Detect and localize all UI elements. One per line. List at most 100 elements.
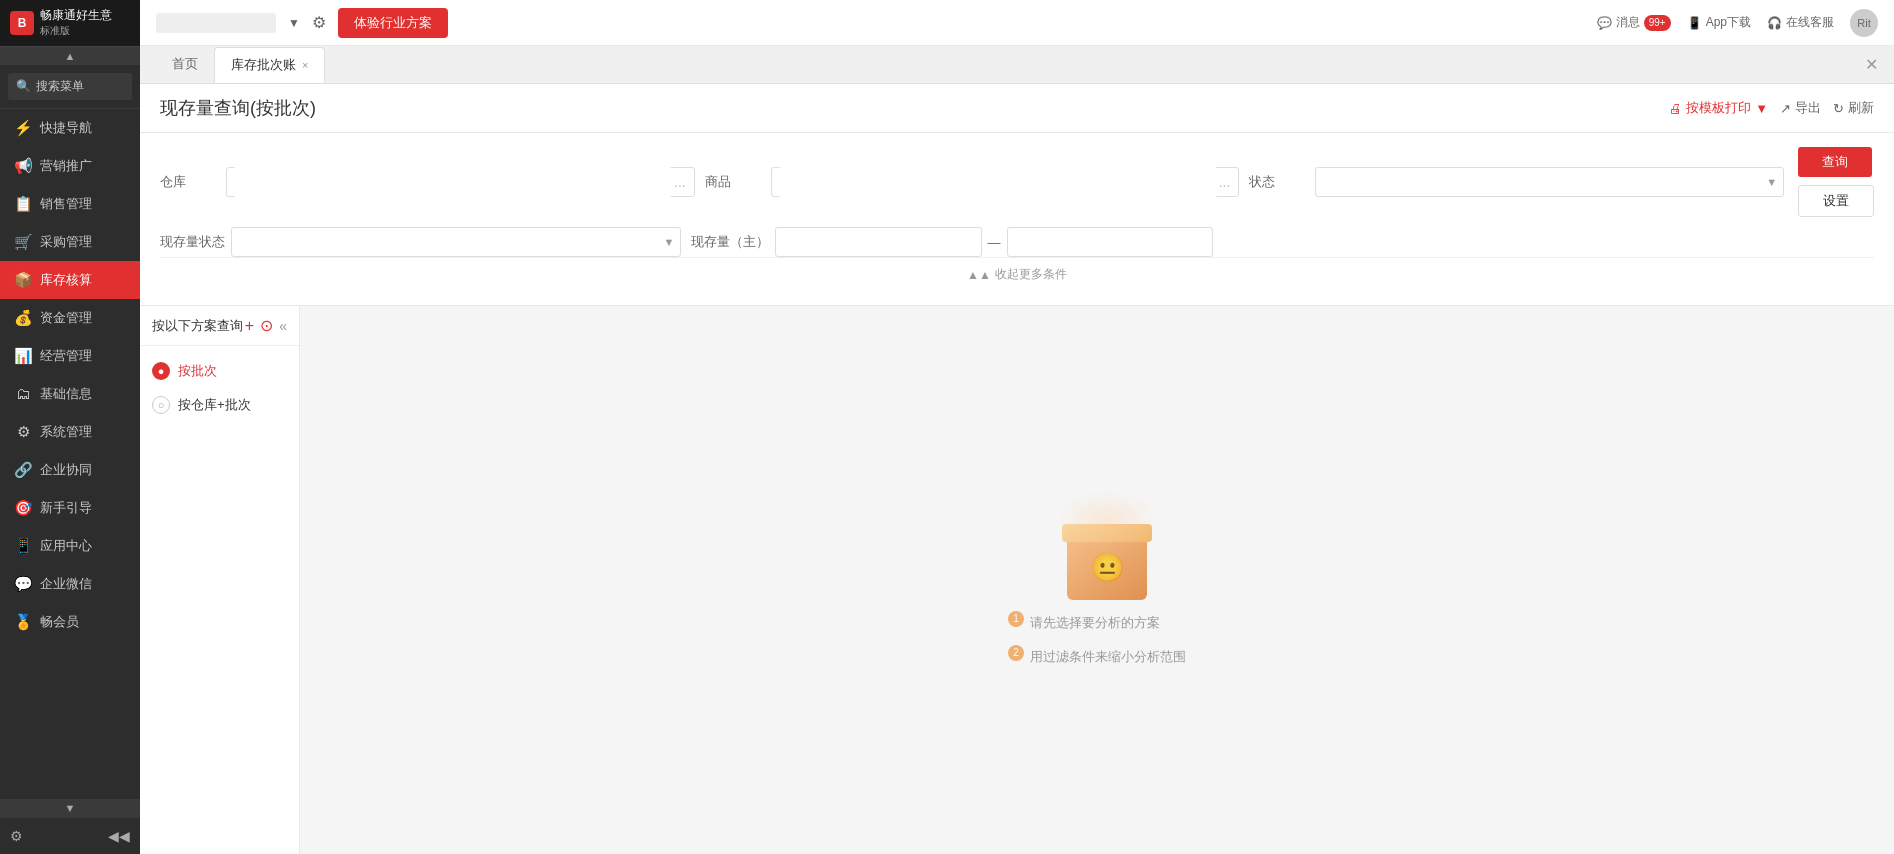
trial-button[interactable]: 体验行业方案 xyxy=(338,8,448,38)
scheme-item-by-batch[interactable]: ● 按批次 xyxy=(140,354,299,388)
left-panel-header: 按以下方案查询 + ⊙ « xyxy=(140,306,299,346)
product-filter: 商品 ... xyxy=(705,167,1240,197)
online-service-button[interactable]: 🎧 在线客服 xyxy=(1767,14,1834,31)
sidebar-item-newbie[interactable]: 🎯 新手引导 xyxy=(0,489,140,527)
status-filter: 状态 ▼ xyxy=(1249,167,1784,197)
sidebar-scroll-up[interactable]: ▲ xyxy=(0,47,140,65)
empty-tips: 1 请先选择要分析的方案 2 用过滤条件来缩小分析范围 xyxy=(1008,610,1186,670)
topbar-dropdown[interactable]: ▼ xyxy=(288,16,300,30)
sidebar-collapse-button[interactable]: ◀◀ xyxy=(108,828,130,844)
main-area: ▼ ⚙ 体验行业方案 💬 消息 99+ 📱 App下载 🎧 在线客服 Rit xyxy=(140,0,1894,854)
export-icon: ↗ xyxy=(1780,101,1791,116)
print-dropdown-icon: ▼ xyxy=(1755,101,1768,116)
quick-nav-icon: ⚡ xyxy=(14,119,32,137)
export-button[interactable]: ↗ 导出 xyxy=(1780,99,1821,117)
sidebar-item-apps[interactable]: 📱 应用中心 xyxy=(0,527,140,565)
status-select[interactable]: ▼ xyxy=(1315,167,1784,197)
stock-qty-from-input[interactable] xyxy=(775,227,981,257)
topbar-gear-button[interactable]: ⚙ xyxy=(312,13,326,32)
empty-tip-1: 1 请先选择要分析的方案 xyxy=(1008,610,1186,636)
product-dots[interactable]: ... xyxy=(1217,174,1233,190)
stock-qty-label: 现存量（主） xyxy=(691,233,769,251)
add-scheme-button[interactable]: + xyxy=(245,316,254,335)
app-download-button[interactable]: 📱 App下载 xyxy=(1687,14,1751,31)
warehouse-label: 仓库 xyxy=(160,173,220,191)
left-panel: 按以下方案查询 + ⊙ « ● 按批次 ○ 按仓库+批次 xyxy=(140,306,300,854)
settings-gear-button[interactable]: ⚙ xyxy=(10,828,23,844)
topbar: ▼ ⚙ 体验行业方案 💬 消息 99+ 📱 App下载 🎧 在线客服 Rit xyxy=(140,0,1894,46)
product-input-wrap: ... xyxy=(771,167,1240,197)
settings-button[interactable]: 设置 xyxy=(1798,185,1874,217)
app-title-area: 畅康通好生意 标准版 xyxy=(40,8,112,38)
headset-icon: 🎧 xyxy=(1767,16,1782,30)
sidebar-item-wechat[interactable]: 💬 企业微信 xyxy=(0,565,140,603)
app-download-icon: 📱 xyxy=(1687,16,1702,30)
sidebar-scroll-down[interactable]: ▼ xyxy=(0,799,140,817)
operations-icon: 📊 xyxy=(14,347,32,365)
topbar-breadcrumb xyxy=(156,13,276,33)
product-input[interactable] xyxy=(778,167,1217,197)
scheme-list: ● 按批次 ○ 按仓库+批次 xyxy=(140,346,299,430)
left-panel-actions: + ⊙ « xyxy=(245,316,287,335)
status-label: 状态 xyxy=(1249,173,1309,191)
warehouse-dots[interactable]: ... xyxy=(672,174,688,190)
sidebar-item-finance[interactable]: 💰 资金管理 xyxy=(0,299,140,337)
stock-status-label: 现存量状态 xyxy=(160,233,225,251)
stock-status-dropdown-icon: ▼ xyxy=(663,236,674,248)
query-button[interactable]: 查询 xyxy=(1798,147,1872,177)
member-icon: 🏅 xyxy=(14,613,32,631)
empty-state: 😐 1 请先选择要分析的方案 xyxy=(1008,490,1186,670)
sidebar-item-member[interactable]: 🏅 畅会员 xyxy=(0,603,140,641)
page-header: 现存量查询(按批次) 🖨 按模板打印 ▼ ↗ 导出 ↻ 刷新 xyxy=(140,84,1894,133)
sidebar-item-basic[interactable]: 🗂 基础信息 xyxy=(0,375,140,413)
topbar-right: 💬 消息 99+ 📱 App下载 🎧 在线客服 Rit xyxy=(1597,9,1878,37)
scheme-inactive-icon: ○ xyxy=(152,396,170,414)
search-menu-button[interactable]: 🔍 搜索菜单 xyxy=(8,73,132,100)
empty-tip-2: 2 用过滤条件来缩小分析范围 xyxy=(1008,644,1186,670)
sidebar-item-inventory[interactable]: 📦 库存核算 xyxy=(0,261,140,299)
chevron-down-icon: ▼ xyxy=(288,16,300,30)
empty-illustration: 😐 xyxy=(1047,490,1147,590)
close-button[interactable]: ✕ xyxy=(1865,55,1878,74)
search-icon: 🔍 xyxy=(16,79,31,93)
sidebar-item-marketing[interactable]: 📢 营销推广 xyxy=(0,147,140,185)
message-badge: 99+ xyxy=(1644,15,1671,31)
user-profile-button[interactable]: Rit xyxy=(1850,9,1878,37)
wechat-icon: 💬 xyxy=(14,575,32,593)
tab-inventory-batch[interactable]: 库存批次账 × xyxy=(214,47,325,83)
warehouse-input[interactable] xyxy=(233,167,672,197)
tab-close-icon[interactable]: × xyxy=(302,59,308,71)
panel-collapse-button[interactable]: « xyxy=(279,316,287,335)
warehouse-filter: 仓库 ... xyxy=(160,167,695,197)
range-dash: — xyxy=(988,235,1001,250)
sidebar-item-quick-nav[interactable]: ⚡ 快捷导航 xyxy=(0,109,140,147)
tab-home[interactable]: 首页 xyxy=(156,47,214,83)
status-dropdown-icon: ▼ xyxy=(1766,176,1777,188)
message-button[interactable]: 💬 消息 99+ xyxy=(1597,14,1671,31)
filter-area: 仓库 ... 商品 ... 状态 xyxy=(140,133,1894,306)
stock-qty-to-input[interactable] xyxy=(1007,227,1213,257)
sidebar-search-area: 🔍 搜索菜单 xyxy=(0,65,140,109)
sidebar-item-purchase[interactable]: 🛒 采购管理 xyxy=(0,223,140,261)
sidebar-item-enterprise[interactable]: 🔗 企业协同 xyxy=(0,451,140,489)
query-actions: 查询 设置 xyxy=(1794,147,1874,217)
print-button[interactable]: 🖨 按模板打印 ▼ xyxy=(1669,99,1768,117)
app-title: 畅康通好生意 xyxy=(40,8,112,24)
collapse-more-button[interactable]: ▲▲ 收起更多条件 xyxy=(160,257,1874,291)
message-icon: 💬 xyxy=(1597,16,1612,30)
sidebar-item-operations[interactable]: 📊 经营管理 xyxy=(0,337,140,375)
sidebar-item-system[interactable]: ⚙ 系统管理 xyxy=(0,413,140,451)
user-avatar: Rit xyxy=(1850,9,1878,37)
tabbar: 首页 库存批次账 × ✕ xyxy=(140,46,1894,84)
scheme-item-by-warehouse-batch[interactable]: ○ 按仓库+批次 xyxy=(140,388,299,422)
scheme-settings-button[interactable]: ⊙ xyxy=(260,316,273,335)
sidebar-item-sales[interactable]: 📋 销售管理 xyxy=(0,185,140,223)
app-logo: B xyxy=(10,11,34,35)
main-content: 😐 1 请先选择要分析的方案 xyxy=(300,306,1894,854)
stock-status-select[interactable]: ▼ xyxy=(231,227,681,257)
refresh-button[interactable]: ↻ 刷新 xyxy=(1833,99,1874,117)
finance-icon: 💰 xyxy=(14,309,32,327)
product-label: 商品 xyxy=(705,173,765,191)
content-area: 现存量查询(按批次) 🖨 按模板打印 ▼ ↗ 导出 ↻ 刷新 xyxy=(140,84,1894,854)
purchase-icon: 🛒 xyxy=(14,233,32,251)
